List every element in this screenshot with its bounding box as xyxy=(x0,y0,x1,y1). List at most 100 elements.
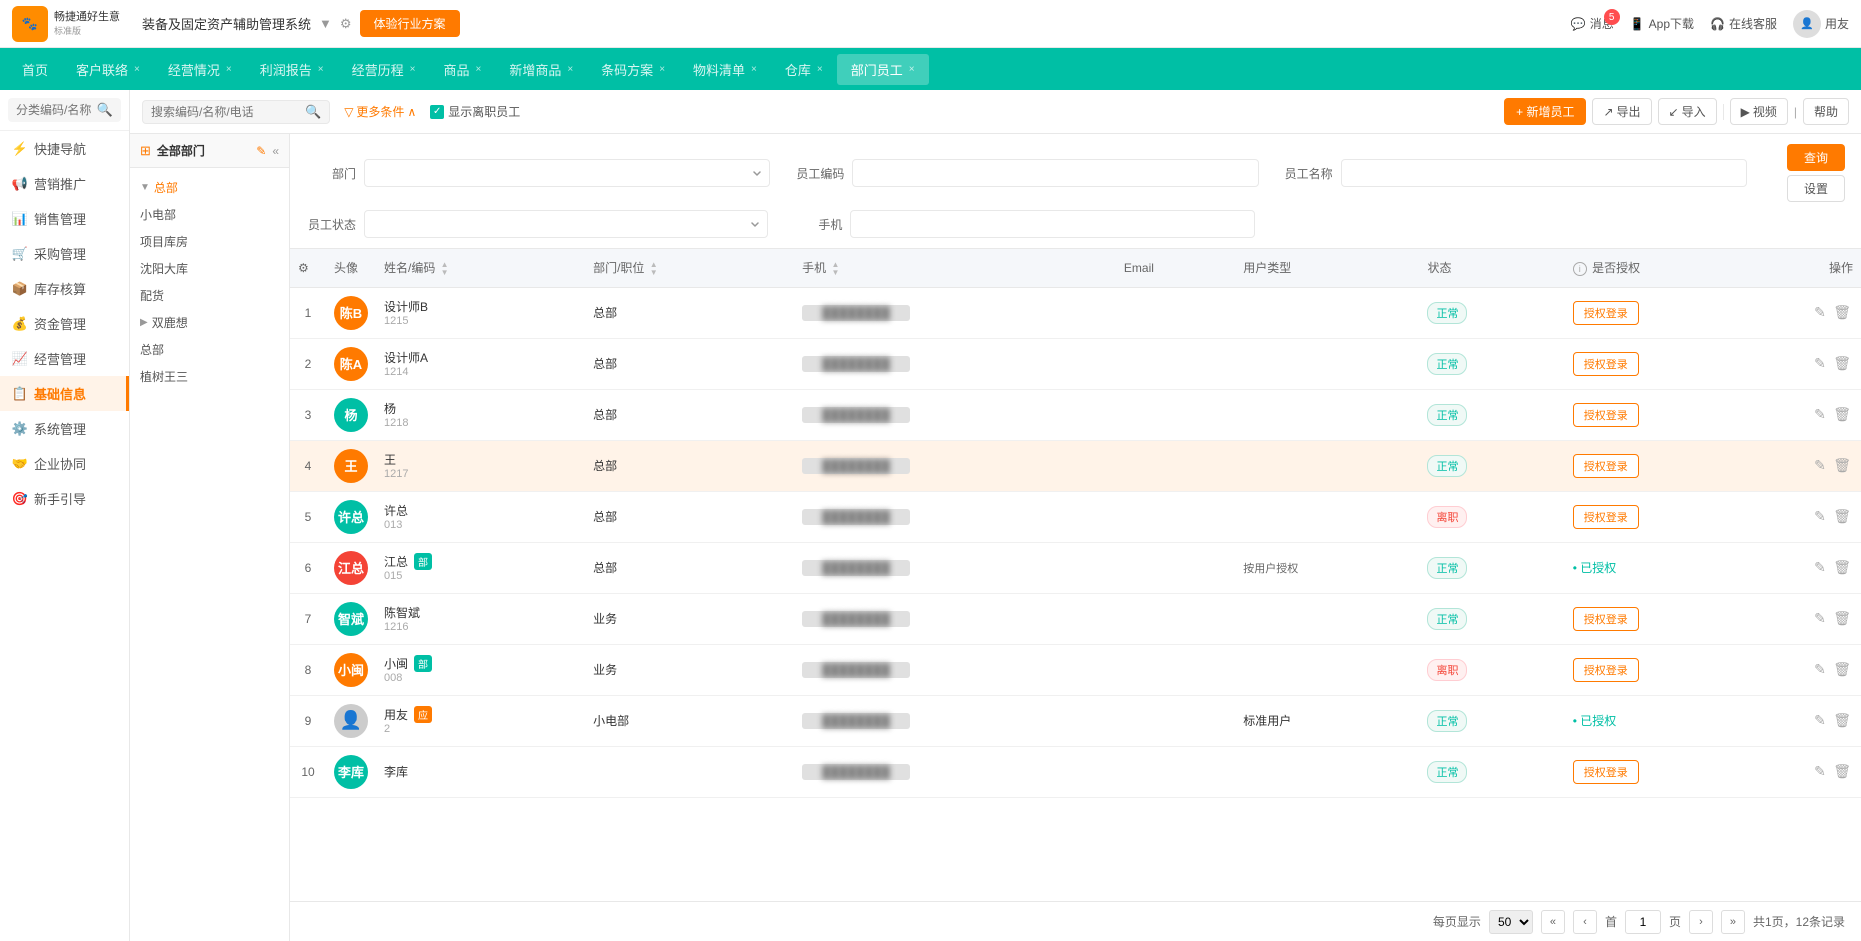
tab-home[interactable]: 首页 xyxy=(8,54,62,85)
messages-btn[interactable]: 💬 消息 5 xyxy=(1571,15,1614,32)
tab-barcode[interactable]: 条码方案 × xyxy=(587,54,679,85)
last-page-btn[interactable]: » xyxy=(1721,910,1745,934)
more-filter-btn[interactable]: ▽ 更多条件 ∧ xyxy=(338,100,422,123)
auth-login-btn[interactable]: 授权登录 xyxy=(1573,607,1639,631)
edit-btn[interactable]: ✎ xyxy=(1814,712,1826,728)
status-select[interactable] xyxy=(364,210,768,238)
tab-profit[interactable]: 利润报告 × xyxy=(246,54,338,85)
sidebar-item-shortcut[interactable]: ⚡ 快捷导航 xyxy=(0,131,129,166)
delete-btn[interactable]: 🗑 xyxy=(1833,559,1851,575)
auth-login-btn[interactable]: 授权登录 xyxy=(1573,301,1639,325)
auth-login-btn[interactable]: 授权登录 xyxy=(1573,454,1639,478)
dept-item-shuanglu[interactable]: ▶ 双鹿想 xyxy=(130,309,289,336)
auth-login-btn[interactable]: 授权登录 xyxy=(1573,352,1639,376)
dept-collapse-btn[interactable]: « xyxy=(272,144,279,158)
next-page-btn[interactable]: › xyxy=(1689,910,1713,934)
auth-login-btn[interactable]: 授权登录 xyxy=(1573,505,1639,529)
delete-btn[interactable]: 🗑 xyxy=(1833,508,1851,524)
dept-item-distribution[interactable]: 配货 xyxy=(130,282,289,309)
import-btn[interactable]: ↙ 导入 xyxy=(1658,98,1717,125)
per-page-select[interactable]: 50 xyxy=(1489,910,1533,934)
tab-warehouse[interactable]: 仓库 × xyxy=(771,54,837,85)
tab-goods[interactable]: 商品 × xyxy=(429,54,495,85)
edit-btn[interactable]: ✎ xyxy=(1814,457,1826,473)
dept-select[interactable] xyxy=(364,159,770,187)
page-number-input[interactable] xyxy=(1625,910,1661,934)
sidebar-item-sales[interactable]: 📊 销售管理 xyxy=(0,201,129,236)
row-status: 离职 xyxy=(1419,644,1564,695)
employee-code: 008 xyxy=(384,672,577,684)
edit-btn[interactable]: ✎ xyxy=(1814,559,1826,575)
auth-login-btn[interactable]: 授权登录 xyxy=(1573,658,1639,682)
dept-item-small-elec[interactable]: 小电部 xyxy=(130,201,289,228)
show-inactive-toggle[interactable]: ✓ 显示离职员工 xyxy=(430,103,520,120)
dept-edit-icon[interactable]: ✎ xyxy=(256,144,266,158)
main-layout: 🔍 ⚡ 快捷导航 📢 营销推广 📊 销售管理 🛒 采购管理 📦 库存核算 💰 资… xyxy=(0,90,1861,941)
delete-btn[interactable]: 🗑 xyxy=(1833,406,1851,422)
dept-item-general2[interactable]: 总部 xyxy=(130,336,289,363)
emp-name-input[interactable] xyxy=(1341,159,1747,187)
tab-history[interactable]: 经营历程 × xyxy=(338,54,430,85)
sidebar-item-guide[interactable]: 🎯 新手引导 xyxy=(0,481,129,516)
auth-login-btn[interactable]: 授权登录 xyxy=(1573,760,1639,784)
sidebar-item-system[interactable]: ⚙️ 系统管理 xyxy=(0,411,129,446)
sidebar-item-marketing[interactable]: 📢 营销推广 xyxy=(0,166,129,201)
emp-code-input[interactable] xyxy=(852,159,1258,187)
sidebar-item-operation[interactable]: 📈 经营管理 xyxy=(0,341,129,376)
auth-login-btn[interactable]: 授权登录 xyxy=(1573,403,1639,427)
search-input[interactable] xyxy=(151,105,301,119)
service-btn[interactable]: 🎧 在线客服 xyxy=(1710,15,1777,32)
sidebar-item-purchase[interactable]: 🛒 采购管理 xyxy=(0,236,129,271)
dept-item-shenyang[interactable]: 沈阳大库 xyxy=(130,255,289,282)
auth-info-icon[interactable]: i xyxy=(1573,262,1587,276)
edit-btn[interactable]: ✎ xyxy=(1814,304,1826,320)
trial-btn[interactable]: 体验行业方案 xyxy=(360,10,460,37)
search-btn[interactable]: 查询 xyxy=(1787,144,1845,171)
user-area[interactable]: 👤 用友 xyxy=(1793,10,1849,38)
first-page-btn[interactable]: « xyxy=(1541,910,1565,934)
edit-btn[interactable]: ✎ xyxy=(1814,610,1826,626)
edit-btn[interactable]: ✎ xyxy=(1814,508,1826,524)
edit-btn[interactable]: ✎ xyxy=(1814,661,1826,677)
name-sort[interactable]: ▲▼ xyxy=(441,261,449,277)
title-dropdown-arrow[interactable]: ▼ xyxy=(319,16,332,31)
edit-btn[interactable]: ✎ xyxy=(1814,355,1826,371)
dept-item-general[interactable]: ▼ 总部 xyxy=(130,174,289,201)
tab-new-goods[interactable]: 新增商品 × xyxy=(495,54,587,85)
delete-btn[interactable]: 🗑 xyxy=(1833,661,1851,677)
row-name-code: 王 1217 xyxy=(376,440,585,491)
tab-employee[interactable]: 部门员工 × xyxy=(837,54,929,85)
emp-name-label: 员工名称 xyxy=(1283,165,1333,182)
sidebar-item-inventory[interactable]: 📦 库存核算 xyxy=(0,271,129,306)
delete-btn[interactable]: 🗑 xyxy=(1833,712,1851,728)
dept-item-zhishu[interactable]: 植树王三 xyxy=(130,363,289,390)
add-employee-btn[interactable]: + 新增员工 xyxy=(1504,98,1586,125)
export-btn[interactable]: ↗ 导出 xyxy=(1592,98,1651,125)
delete-btn[interactable]: 🗑 xyxy=(1833,610,1851,626)
sidebar-item-finance[interactable]: 💰 资金管理 xyxy=(0,306,129,341)
prev-page-btn[interactable]: ‹ xyxy=(1573,910,1597,934)
delete-btn[interactable]: 🗑 xyxy=(1833,304,1851,320)
delete-btn[interactable]: 🗑 xyxy=(1833,457,1851,473)
video-btn[interactable]: ▶ 视频 xyxy=(1730,98,1788,125)
dept-item-project[interactable]: 项目库房 xyxy=(130,228,289,255)
app-download-btn[interactable]: 📱 App下载 xyxy=(1630,15,1694,32)
logo-badge: 标准版 xyxy=(54,24,120,37)
edit-btn[interactable]: ✎ xyxy=(1814,406,1826,422)
edit-btn[interactable]: ✎ xyxy=(1814,763,1826,779)
help-btn[interactable]: 帮助 xyxy=(1803,98,1849,125)
sidebar-item-collab[interactable]: 🤝 企业协同 xyxy=(0,446,129,481)
settings-icon[interactable]: ⚙ xyxy=(340,16,352,32)
tab-bom[interactable]: 物料清单 × xyxy=(679,54,771,85)
sidebar-item-basic[interactable]: 📋 基础信息 xyxy=(0,376,129,411)
dept-sort[interactable]: ▲▼ xyxy=(650,261,658,277)
phone-sort[interactable]: ▲▼ xyxy=(832,261,840,277)
delete-btn[interactable]: 🗑 xyxy=(1833,763,1851,779)
tab-operation[interactable]: 经营情况 × xyxy=(154,54,246,85)
tab-customer[interactable]: 客户联络 × xyxy=(62,54,154,85)
sidebar-search-input[interactable] xyxy=(16,103,93,117)
phone-input[interactable] xyxy=(850,210,1254,238)
settings-col-icon[interactable]: ⚙ xyxy=(298,261,309,275)
delete-btn[interactable]: 🗑 xyxy=(1833,355,1851,371)
reset-btn[interactable]: 设置 xyxy=(1787,175,1845,202)
